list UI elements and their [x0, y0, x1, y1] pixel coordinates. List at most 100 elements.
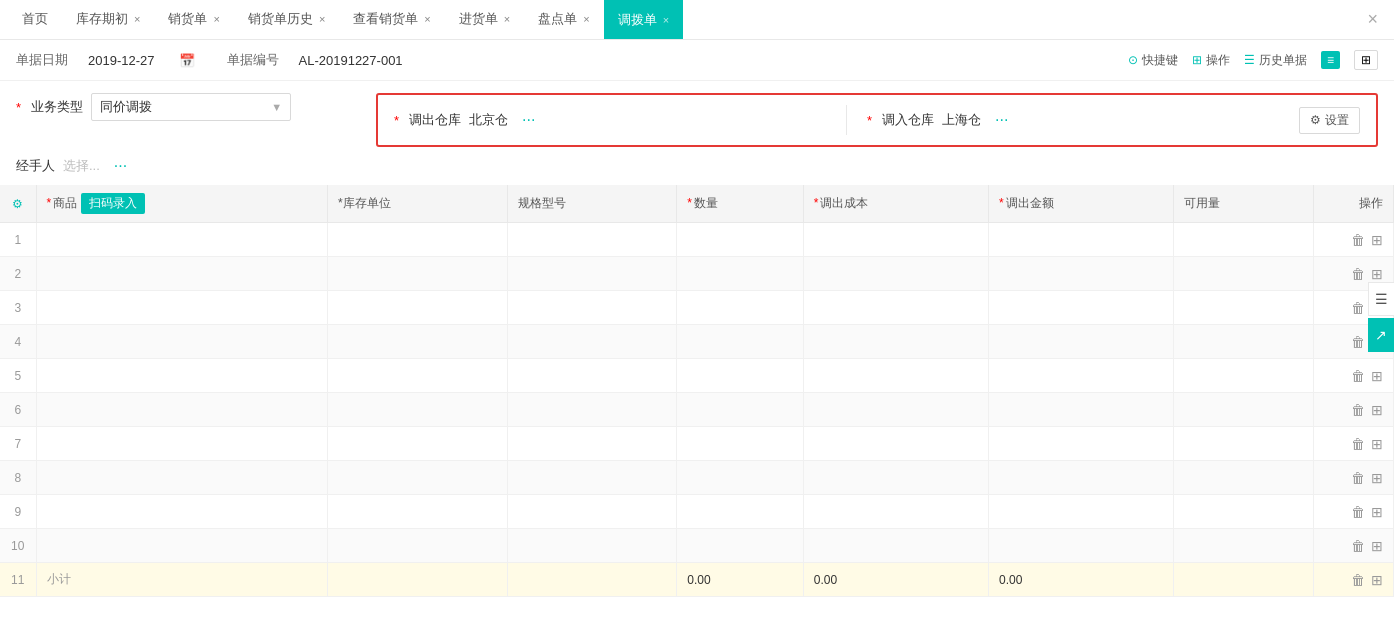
copy-icon[interactable]: ⊞	[1371, 232, 1383, 248]
row-product[interactable]	[36, 461, 327, 495]
tab-inventory-check-close[interactable]: ×	[583, 13, 589, 25]
row-qty[interactable]	[677, 495, 804, 529]
row-product[interactable]	[36, 495, 327, 529]
row-spec[interactable]	[508, 495, 677, 529]
history-button[interactable]: ☰ 历史单据	[1244, 52, 1307, 69]
copy-icon[interactable]: ⊞	[1371, 368, 1383, 384]
row-unit[interactable]	[327, 495, 507, 529]
person-select[interactable]: 选择...	[63, 157, 100, 175]
tab-sales-history[interactable]: 销货单历史 ×	[234, 0, 339, 39]
copy-icon[interactable]: ⊞	[1371, 504, 1383, 520]
tab-view-sales[interactable]: 查看销货单 ×	[339, 0, 444, 39]
row-cost[interactable]	[803, 495, 988, 529]
row-unit[interactable]	[327, 291, 507, 325]
row-unit[interactable]	[327, 359, 507, 393]
close-all-button[interactable]: ×	[1359, 9, 1386, 30]
row-cost[interactable]	[803, 427, 988, 461]
row-available[interactable]	[1174, 393, 1314, 427]
delete-icon[interactable]: 🗑	[1351, 504, 1365, 520]
tab-sales-order[interactable]: 销货单 ×	[154, 0, 233, 39]
row-amount[interactable]	[989, 529, 1174, 563]
row-cost[interactable]	[803, 325, 988, 359]
calendar-icon[interactable]: 📅	[179, 53, 195, 68]
row-qty[interactable]	[677, 461, 804, 495]
delete-icon[interactable]: 🗑	[1351, 368, 1365, 384]
row-amount[interactable]	[989, 393, 1174, 427]
person-more-btn[interactable]: ···	[114, 157, 127, 175]
row-product[interactable]	[36, 529, 327, 563]
row-spec[interactable]	[508, 291, 677, 325]
side-list-icon[interactable]: ☰	[1368, 282, 1394, 316]
copy-icon[interactable]: ⊞	[1371, 266, 1383, 282]
copy-icon[interactable]: ⊞	[1371, 538, 1383, 554]
tab-home[interactable]: 首页	[8, 0, 62, 39]
row-product[interactable]	[36, 427, 327, 461]
row-unit[interactable]	[327, 257, 507, 291]
row-cost[interactable]	[803, 359, 988, 393]
row-spec[interactable]	[508, 325, 677, 359]
in-warehouse-value[interactable]: 上海仓	[942, 111, 981, 129]
th-settings[interactable]: ⚙	[0, 185, 36, 223]
tab-sales-history-close[interactable]: ×	[319, 13, 325, 25]
tab-transfer-close[interactable]: ×	[663, 14, 669, 26]
row-spec[interactable]	[508, 359, 677, 393]
row-unit[interactable]	[327, 325, 507, 359]
row-amount[interactable]	[989, 495, 1174, 529]
row-unit[interactable]	[327, 393, 507, 427]
business-type-select[interactable]: 同价调拨 ▼	[91, 93, 291, 121]
row-qty[interactable]	[677, 359, 804, 393]
delete-icon[interactable]: 🗑	[1351, 266, 1365, 282]
row-amount[interactable]	[989, 427, 1174, 461]
tab-inventory-init-close[interactable]: ×	[134, 13, 140, 25]
row-cost[interactable]	[803, 223, 988, 257]
row-spec[interactable]	[508, 223, 677, 257]
tab-purchase-close[interactable]: ×	[504, 13, 510, 25]
row-amount[interactable]	[989, 359, 1174, 393]
row-unit[interactable]	[327, 427, 507, 461]
row-spec[interactable]	[508, 257, 677, 291]
copy-icon[interactable]: ⊞	[1371, 470, 1383, 486]
copy-icon[interactable]: ⊞	[1371, 436, 1383, 452]
row-spec[interactable]	[508, 427, 677, 461]
row-available[interactable]	[1174, 495, 1314, 529]
list-view-button[interactable]: ≡	[1321, 51, 1340, 69]
tab-transfer[interactable]: 调拨单 ×	[604, 0, 683, 39]
row-cost[interactable]	[803, 529, 988, 563]
in-warehouse-more-btn[interactable]: ···	[995, 111, 1008, 129]
row-amount[interactable]	[989, 257, 1174, 291]
delete-icon[interactable]: 🗑	[1351, 538, 1365, 554]
row-qty[interactable]	[677, 325, 804, 359]
delete-icon[interactable]: 🗑	[1351, 470, 1365, 486]
row-spec[interactable]	[508, 461, 677, 495]
settings-button[interactable]: ⚙ 设置	[1299, 107, 1360, 134]
delete-icon[interactable]: 🗑	[1351, 572, 1365, 588]
row-amount[interactable]	[989, 291, 1174, 325]
row-available[interactable]	[1174, 461, 1314, 495]
row-available[interactable]	[1174, 223, 1314, 257]
row-amount[interactable]	[989, 461, 1174, 495]
tab-inventory-init[interactable]: 库存期初 ×	[62, 0, 154, 39]
row-qty[interactable]	[677, 291, 804, 325]
delete-icon[interactable]: 🗑	[1351, 300, 1365, 316]
row-available[interactable]	[1174, 427, 1314, 461]
row-qty[interactable]	[677, 223, 804, 257]
row-qty[interactable]	[677, 529, 804, 563]
copy-icon[interactable]: ⊞	[1371, 572, 1383, 588]
row-available[interactable]	[1174, 291, 1314, 325]
row-unit[interactable]	[327, 461, 507, 495]
tab-purchase[interactable]: 进货单 ×	[445, 0, 524, 39]
row-product[interactable]	[36, 393, 327, 427]
row-cost[interactable]	[803, 461, 988, 495]
operations-button[interactable]: ⊞ 操作	[1192, 52, 1230, 69]
row-cost[interactable]	[803, 291, 988, 325]
row-available[interactable]	[1174, 529, 1314, 563]
tab-sales-order-close[interactable]: ×	[213, 13, 219, 25]
row-available[interactable]	[1174, 257, 1314, 291]
row-qty[interactable]	[677, 427, 804, 461]
row-qty[interactable]	[677, 393, 804, 427]
copy-icon[interactable]: ⊞	[1371, 402, 1383, 418]
side-export-icon[interactable]: ↗	[1368, 318, 1394, 352]
shortcuts-button[interactable]: ⊙ 快捷键	[1128, 52, 1178, 69]
delete-icon[interactable]: 🗑	[1351, 232, 1365, 248]
row-product[interactable]	[36, 257, 327, 291]
